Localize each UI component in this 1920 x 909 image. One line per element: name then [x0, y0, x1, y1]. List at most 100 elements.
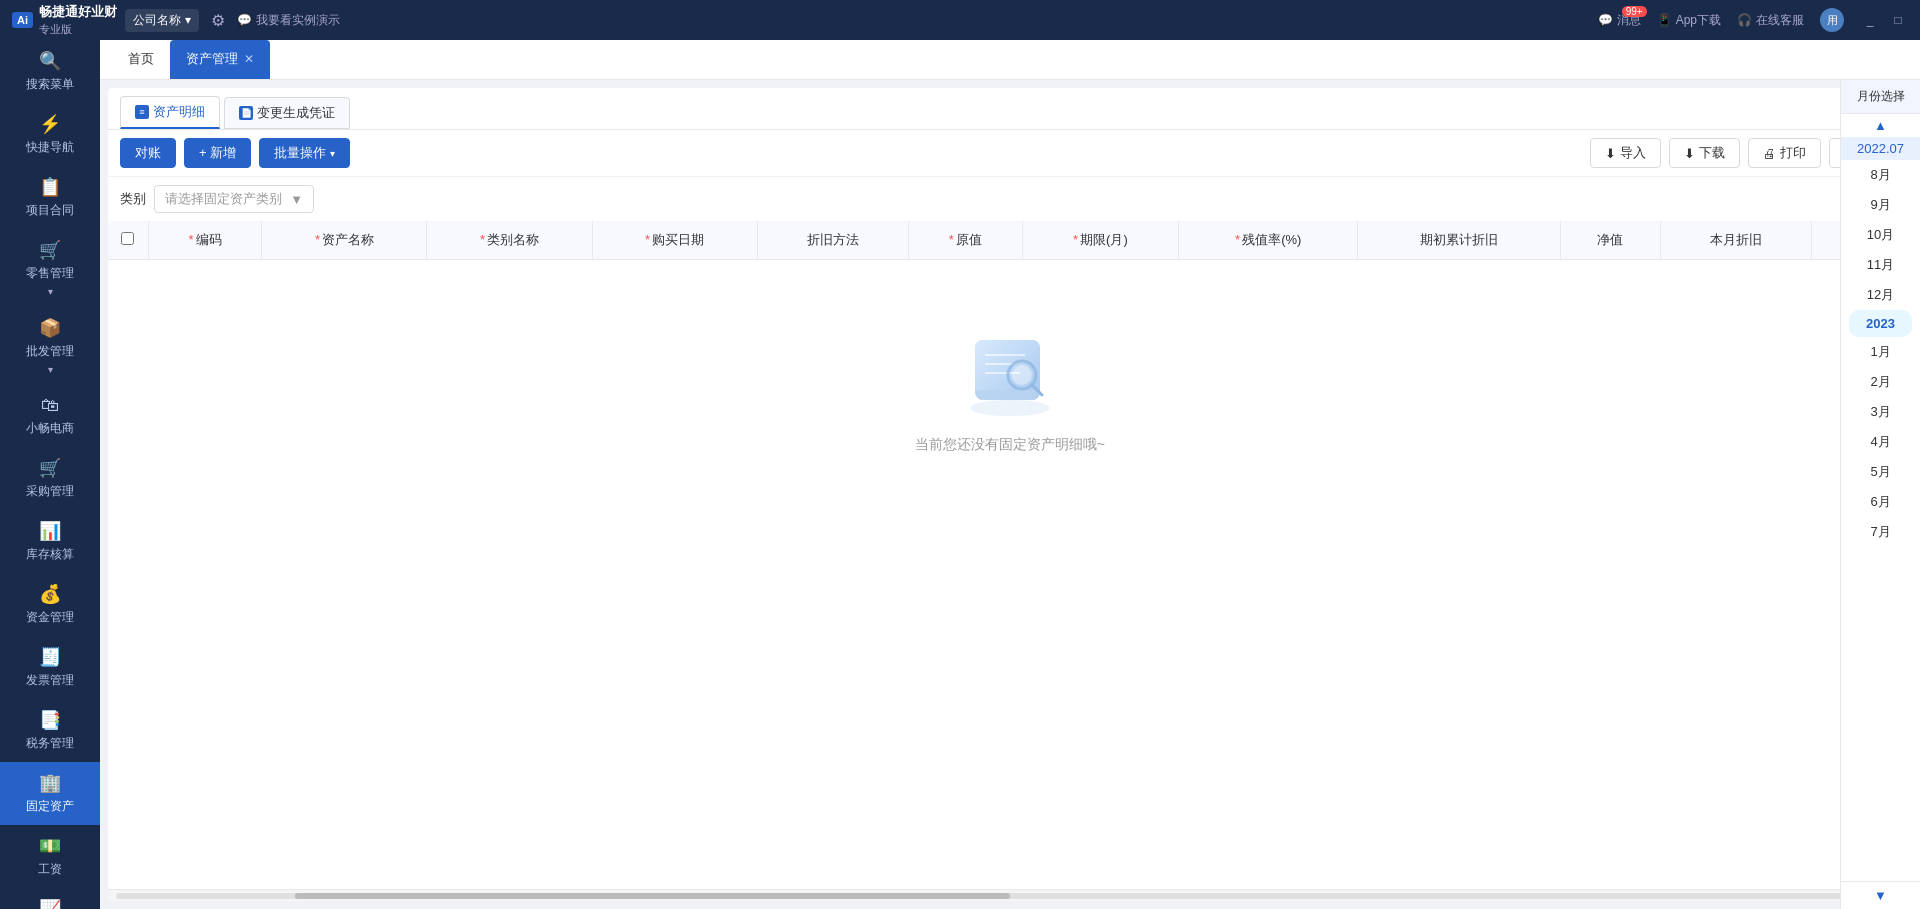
sidebar-item-fixed-assets[interactable]: 🏢 固定资产 — [0, 762, 100, 825]
month-item-12[interactable]: 12月 — [1841, 280, 1920, 310]
settings-icon[interactable]: ⚙ — [207, 7, 229, 34]
month-item-5[interactable]: 5月 — [1841, 457, 1920, 487]
purchase-icon: 🛒 — [39, 457, 61, 479]
sidebar-invoice-label: 发票管理 — [26, 672, 74, 689]
col-original-value: *原值 — [908, 221, 1022, 260]
col-residual-rate: *残值率(%) — [1179, 221, 1358, 260]
operations-icon: 📈 — [39, 898, 61, 909]
print-icon: 🖨 — [1763, 146, 1776, 161]
minimize-button[interactable]: _ — [1860, 10, 1880, 30]
sidebar-item-tax[interactable]: 📑 税务管理 — [0, 699, 100, 762]
online-service-button[interactable]: 🎧 在线客服 — [1737, 12, 1804, 29]
fixed-assets-icon: 🏢 — [39, 772, 61, 794]
download-button[interactable]: ⬇ 下载 — [1669, 138, 1740, 168]
month-panel: 月份选择 ▲ 2022.07 8月 9月 10月 11月 12月 2023 1月… — [1840, 80, 1920, 909]
col-checkbox — [108, 221, 148, 260]
demo-icon: 💬 — [237, 13, 252, 27]
sub-tab-asset-detail[interactable]: ≡ 资产明细 — [120, 96, 220, 129]
month-item-10[interactable]: 10月 — [1841, 220, 1920, 250]
empty-illustration — [950, 320, 1070, 420]
search-icon: 🔍 — [39, 50, 61, 72]
category-filter[interactable]: 请选择固定资产类别 ▼ — [154, 185, 314, 213]
invoice-icon: 🧾 — [39, 646, 61, 668]
col-category: *类别名称 — [427, 221, 592, 260]
app-logo: Ai — [12, 12, 33, 28]
batch-arrow-icon: ▾ — [330, 148, 335, 159]
col-depreciation-method: 折旧方法 — [757, 221, 908, 260]
tab-bar: 首页 资产管理 ✕ — [100, 40, 1920, 80]
user-menu[interactable]: 用 — [1820, 8, 1844, 32]
sidebar-item-quick-nav[interactable]: ⚡ 快捷导航 — [0, 103, 100, 166]
chevron2-icon: ▾ — [48, 364, 53, 375]
sidebar-finance-label: 资金管理 — [26, 609, 74, 626]
month-item-9[interactable]: 9月 — [1841, 190, 1920, 220]
app-subtitle: 专业版 — [39, 22, 117, 37]
col-purchase-date: *购买日期 — [592, 221, 757, 260]
sidebar-item-payroll[interactable]: 💵 工资 — [0, 825, 100, 888]
app-download-button[interactable]: 📱 App下载 — [1657, 12, 1721, 29]
month-item-7[interactable]: 7月 — [1841, 517, 1920, 547]
sub-tab-asset-detail-label: 资产明细 — [153, 103, 205, 121]
chevron-icon: ▾ — [48, 286, 53, 297]
quick-nav-icon: ⚡ — [39, 113, 61, 135]
current-year-month[interactable]: 2022.07 — [1841, 137, 1920, 160]
sidebar-retail-label: 零售管理 — [26, 265, 74, 282]
sidebar-item-invoice[interactable]: 🧾 发票管理 — [0, 636, 100, 699]
company-name: 公司名称 — [133, 12, 181, 29]
reconcile-button[interactable]: 对账 — [120, 138, 176, 168]
month-item-3[interactable]: 3月 — [1841, 397, 1920, 427]
app-title: 畅捷通好业财 — [39, 3, 117, 21]
finance-icon: 💰 — [39, 583, 61, 605]
headset-icon: 🎧 — [1737, 13, 1752, 27]
maximize-button[interactable]: □ — [1888, 10, 1908, 30]
month-item-6[interactable]: 6月 — [1841, 487, 1920, 517]
col-accumulated-dep: 期初累计折旧 — [1358, 221, 1560, 260]
sidebar-item-inventory[interactable]: 📊 库存核算 — [0, 510, 100, 573]
month-up-nav[interactable]: ▲ — [1841, 114, 1920, 137]
main-layout: 🔍 搜索菜单 ⚡ 快捷导航 📋 项目合同 🛒 零售管理 ▾ 📦 批发管理 ▾ 🛍… — [0, 40, 1920, 909]
col-code: *编码 — [148, 221, 262, 260]
scrollbar-thumb[interactable] — [295, 893, 1010, 899]
month-down-nav[interactable]: ▼ — [1841, 881, 1920, 909]
tab-home-label: 首页 — [128, 50, 154, 68]
message-button[interactable]: 💬 消息 99+ — [1598, 12, 1641, 29]
month-item-11[interactable]: 11月 — [1841, 250, 1920, 280]
sub-tab-change-voucher[interactable]: 📄 变更生成凭证 — [224, 97, 350, 129]
sidebar-item-search[interactable]: 🔍 搜索菜单 — [0, 40, 100, 103]
print-button[interactable]: 🖨 打印 — [1748, 138, 1821, 168]
month-item-8[interactable]: 8月 — [1841, 160, 1920, 190]
sidebar-payroll-label: 工资 — [38, 861, 62, 878]
phone-icon: 📱 — [1657, 13, 1672, 27]
filter-label: 类别 — [120, 190, 146, 208]
demo-link[interactable]: 💬 我要看实例演示 — [237, 12, 340, 29]
sub-tabs: ≡ 资产明细 📄 变更生成凭证 — [108, 88, 1912, 130]
month-item-1[interactable]: 1月 — [1841, 337, 1920, 367]
sidebar-item-retail[interactable]: 🛒 零售管理 ▾ — [0, 229, 100, 307]
sidebar-item-ecommerce[interactable]: 🛍 小畅电商 — [0, 385, 100, 447]
batch-button[interactable]: 批量操作 ▾ — [259, 138, 350, 168]
col-monthly-dep: 本月折旧 — [1660, 221, 1811, 260]
company-selector[interactable]: 公司名称 ▾ — [125, 9, 199, 32]
sidebar-item-project[interactable]: 📋 项目合同 — [0, 166, 100, 229]
tab-asset-management[interactable]: 资产管理 ✕ — [170, 40, 270, 79]
sidebar-item-operations[interactable]: 📈 经营管理 — [0, 888, 100, 909]
tab-home[interactable]: 首页 — [112, 40, 170, 79]
sidebar-tax-label: 税务管理 — [26, 735, 74, 752]
month-item-4[interactable]: 4月 — [1841, 427, 1920, 457]
month-item-2023[interactable]: 2023 — [1849, 310, 1912, 337]
sidebar-item-finance[interactable]: 💰 资金管理 — [0, 573, 100, 636]
sidebar-item-purchase[interactable]: 🛒 采购管理 — [0, 447, 100, 510]
download-icon: ⬇ — [1684, 146, 1695, 161]
message-badge: 99+ — [1622, 6, 1647, 17]
sidebar-item-wholesale[interactable]: 📦 批发管理 ▾ — [0, 307, 100, 385]
avatar: 用 — [1820, 8, 1844, 32]
add-button[interactable]: + 新增 — [184, 138, 251, 168]
horizontal-scrollbar[interactable] — [108, 889, 1912, 901]
month-item-2[interactable]: 2月 — [1841, 367, 1920, 397]
import-button[interactable]: ⬇ 导入 — [1590, 138, 1661, 168]
select-all-checkbox[interactable] — [121, 232, 134, 245]
tab-close-icon[interactable]: ✕ — [244, 52, 254, 66]
sidebar-fixed-assets-label: 固定资产 — [26, 798, 74, 815]
col-asset-name: *资产名称 — [262, 221, 427, 260]
sidebar-search-label: 搜索菜单 — [26, 76, 74, 93]
